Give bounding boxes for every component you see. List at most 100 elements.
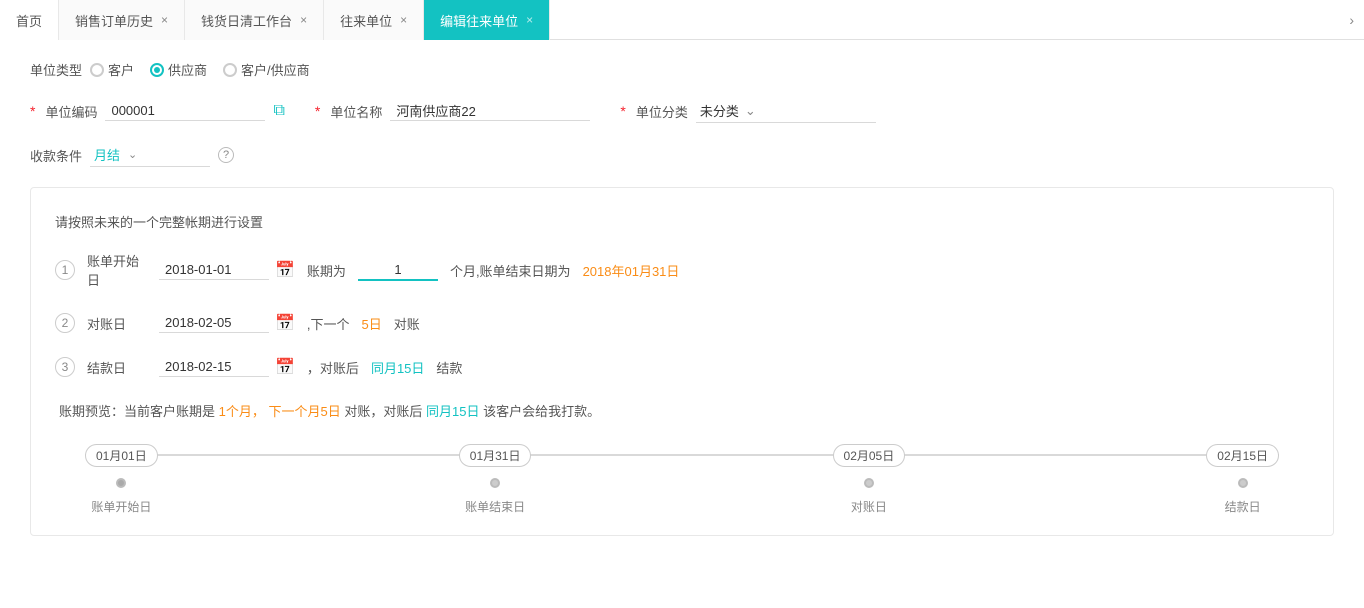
preview-text: 账期预览：当前客户账期是 1个月， 下一个月5日 对账，对账后 同月15日 该客…	[55, 401, 1309, 420]
settings-panel: 请按照未来的一个完整帐期进行设置 1 账单开始日 📅 账期为 个月,账单结束日期…	[30, 187, 1334, 536]
unit-code-copy-icon[interactable]: ⧉	[273, 102, 284, 120]
radio-supplier-circle	[150, 63, 164, 77]
unit-code-input[interactable]	[105, 101, 265, 121]
preview-middle: 对账，对账后	[344, 404, 422, 419]
radio-customer-label: 客户	[108, 60, 134, 79]
unit-info-row: * 单位编码 ⧉ * 单位名称 * 单位分类 未分类 ⌄	[30, 99, 1334, 123]
unit-type-label: 单位类型	[30, 60, 82, 79]
date-input-box-3: 📅	[159, 357, 295, 377]
timeline-dot-3	[1238, 478, 1248, 488]
tab-cash-workbench[interactable]: 钱货日清工作台 ×	[185, 0, 324, 40]
timeline-label-0: 账单开始日	[91, 498, 151, 515]
payment-terms-row: 收款条件 月结 ⌄ ?	[30, 143, 1334, 167]
timeline-badge-3: 02月15日	[1206, 444, 1279, 467]
reconcile-desc-suffix: 对账	[394, 314, 420, 333]
unit-type-radio-group: 客户 供应商 客户/供应商	[90, 60, 310, 79]
unit-code-star: *	[30, 103, 35, 119]
period-prefix: 账期为	[307, 261, 346, 280]
unit-code-field: * 单位编码 ⧉	[30, 101, 285, 121]
preview-label: 账期预览：当前客户账期是	[59, 404, 215, 419]
tab-edit-partner-label: 编辑往来单位	[440, 11, 518, 30]
unit-code-label: 单位编码	[45, 102, 97, 121]
payment-desc-highlight: 同月15日	[371, 358, 424, 377]
start-date-calendar-icon[interactable]: 📅	[275, 260, 295, 280]
reconcile-date-input[interactable]	[159, 313, 269, 333]
tab-partner-units-close[interactable]: ×	[400, 13, 407, 27]
timeline-badge-0: 01月01日	[85, 444, 158, 467]
tab-home-label: 首页	[16, 11, 42, 30]
row-label-1: 账单开始日	[87, 251, 147, 289]
payment-terms-value: 月结	[94, 145, 120, 164]
radio-customer-circle	[90, 63, 104, 77]
timeline-dot-1	[490, 478, 500, 488]
period-unit: 个月,账单结束日期为	[450, 261, 571, 280]
setting-row-2: 2 对账日 📅 ,下一个 5日 对账	[55, 313, 1309, 333]
unit-name-label: 单位名称	[330, 102, 382, 121]
tab-sales-history-label: 销售订单历史	[75, 11, 153, 30]
timeline-dot-0	[116, 478, 126, 488]
unit-name-star: *	[315, 103, 320, 119]
radio-supplier[interactable]: 供应商	[150, 60, 207, 79]
period-end-date: 2018年01月31日	[583, 261, 680, 280]
radio-both[interactable]: 客户/供应商	[223, 60, 310, 79]
tab-edit-partner-close[interactable]: ×	[526, 13, 533, 27]
tabs-bar: 首页 销售订单历史 × 钱货日清工作台 × 往来单位 × 编辑往来单位 × ›	[0, 0, 1364, 40]
radio-customer[interactable]: 客户	[90, 60, 134, 79]
date-input-box-2: 📅	[159, 313, 295, 333]
unit-category-value: 未分类	[700, 101, 739, 120]
setting-row-3: 3 结款日 📅 ，对账后 同月15日 结款	[55, 357, 1309, 377]
timeline-point-3: 02月15日 结款日	[1206, 444, 1279, 515]
payment-terms-help-icon[interactable]: ?	[218, 147, 234, 163]
tab-sales-history[interactable]: 销售订单历史 ×	[59, 0, 185, 40]
reconcile-desc-highlight: 5日	[362, 314, 382, 333]
payment-date-calendar-icon[interactable]: 📅	[275, 357, 295, 377]
tabs-scroll-arrow[interactable]: ›	[1339, 0, 1364, 39]
unit-name-input[interactable]	[390, 101, 590, 121]
unit-category-star: *	[620, 103, 625, 119]
preview-p1: 1个月，	[219, 404, 265, 419]
unit-type-row: 单位类型 客户 供应商 客户/供应商	[30, 60, 1334, 79]
timeline: 01月01日 账单开始日 01月31日 账单结束日 02月05日 对账日 02月…	[55, 444, 1309, 515]
unit-type-field: 单位类型 客户 供应商 客户/供应商	[30, 60, 310, 79]
unit-category-select[interactable]: 未分类 ⌄	[696, 99, 876, 123]
reconcile-desc-prefix: ,下一个	[307, 314, 350, 333]
panel-title: 请按照未来的一个完整帐期进行设置	[55, 212, 1309, 231]
date-input-box-1: 📅	[159, 260, 295, 280]
payment-terms-field: 收款条件 月结 ⌄ ?	[30, 143, 234, 167]
payment-terms-select[interactable]: 月结 ⌄	[90, 143, 210, 167]
period-value-input[interactable]	[358, 260, 438, 281]
tab-cash-workbench-close[interactable]: ×	[300, 13, 307, 27]
radio-both-circle	[223, 63, 237, 77]
unit-category-field: * 单位分类 未分类 ⌄	[620, 99, 875, 123]
tab-sales-history-close[interactable]: ×	[161, 13, 168, 27]
radio-supplier-label: 供应商	[168, 60, 207, 79]
timeline-point-1: 01月31日 账单结束日	[459, 444, 532, 515]
payment-desc-suffix: 结款	[436, 358, 462, 377]
tab-home[interactable]: 首页	[0, 0, 59, 40]
timeline-badge-1: 01月31日	[459, 444, 532, 467]
tab-edit-partner[interactable]: 编辑往来单位 ×	[424, 0, 550, 40]
setting-row-1: 1 账单开始日 📅 账期为 个月,账单结束日期为 2018年01月31日	[55, 251, 1309, 289]
payment-date-input[interactable]	[159, 357, 269, 377]
timeline-point-0: 01月01日 账单开始日	[85, 444, 158, 515]
timeline-points: 01月01日 账单开始日 01月31日 账单结束日 02月05日 对账日 02月…	[85, 444, 1279, 515]
timeline-point-2: 02月05日 对账日	[833, 444, 906, 515]
reconcile-date-calendar-icon[interactable]: 📅	[275, 313, 295, 333]
row-label-2: 对账日	[87, 314, 147, 333]
timeline-badge-2: 02月05日	[833, 444, 906, 467]
timeline-label-2: 对账日	[851, 498, 887, 515]
start-date-input[interactable]	[159, 260, 269, 280]
timeline-label-1: 账单结束日	[465, 498, 525, 515]
tab-partner-units-label: 往来单位	[340, 11, 392, 30]
row-num-2: 2	[55, 313, 75, 333]
page-content: 单位类型 客户 供应商 客户/供应商 * 单位编码	[0, 40, 1364, 608]
tab-partner-units[interactable]: 往来单位 ×	[324, 0, 424, 40]
row-num-3: 3	[55, 357, 75, 377]
tab-cash-workbench-label: 钱货日清工作台	[201, 11, 292, 30]
preview-end: 该客户会给我打款。	[483, 404, 600, 419]
row-label-3: 结款日	[87, 358, 147, 377]
unit-category-label: 单位分类	[636, 102, 688, 121]
payment-terms-arrow-icon: ⌄	[128, 148, 137, 161]
preview-p2: 下一个月5日	[269, 404, 341, 419]
radio-both-label: 客户/供应商	[241, 60, 310, 79]
